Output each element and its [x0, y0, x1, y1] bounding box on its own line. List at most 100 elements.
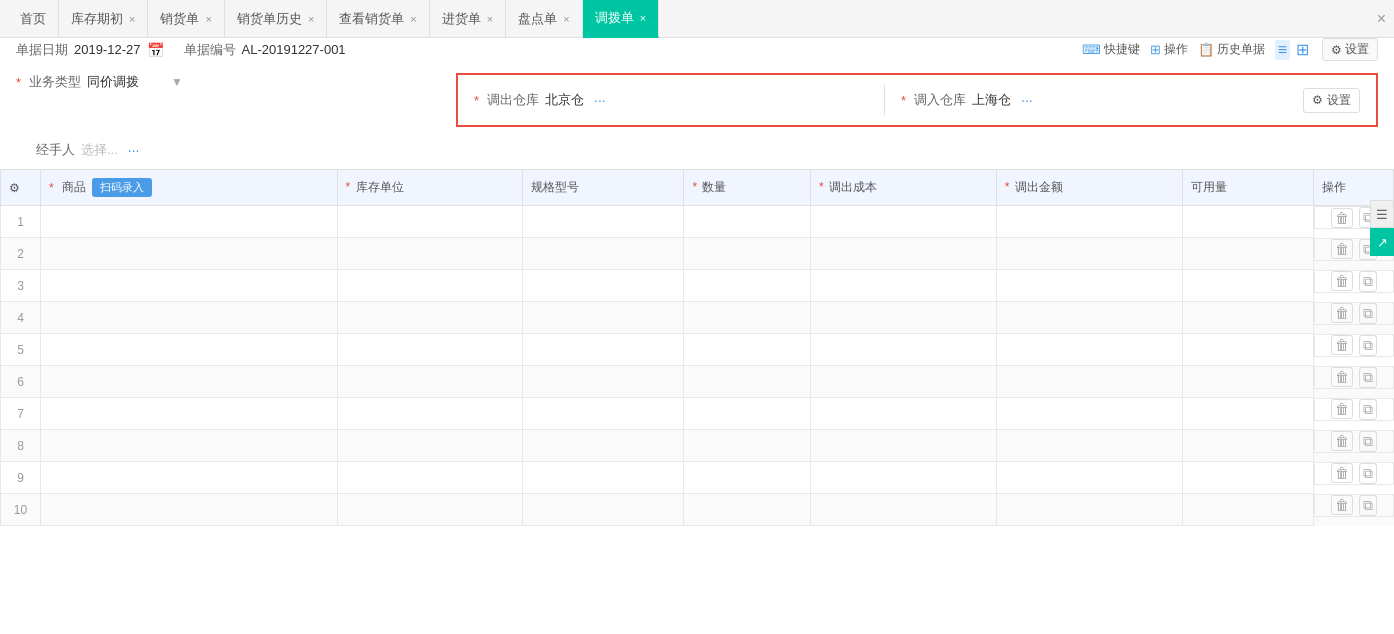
- table-cell[interactable]: [41, 270, 338, 302]
- table-cell[interactable]: [810, 430, 996, 462]
- tab-sales-order[interactable]: 销货单 ×: [148, 0, 224, 38]
- close-icon[interactable]: ×: [563, 13, 569, 25]
- table-cell[interactable]: [996, 238, 1182, 270]
- table-cell[interactable]: [684, 462, 810, 494]
- copy-row-icon[interactable]: ⧉: [1359, 303, 1377, 324]
- transfer-out-more-icon[interactable]: ···: [590, 92, 610, 108]
- table-cell[interactable]: [523, 238, 684, 270]
- table-cell[interactable]: [684, 398, 810, 430]
- delete-row-icon[interactable]: 🗑: [1331, 271, 1353, 291]
- table-cell[interactable]: [996, 270, 1182, 302]
- doc-date-value[interactable]: 2019-12-27: [74, 42, 141, 57]
- table-cell[interactable]: [523, 430, 684, 462]
- table-cell[interactable]: [337, 366, 523, 398]
- table-cell[interactable]: [996, 366, 1182, 398]
- copy-row-icon[interactable]: ⧉: [1359, 399, 1377, 420]
- table-cell[interactable]: [337, 334, 523, 366]
- layout-list-icon[interactable]: ≡: [1275, 40, 1290, 60]
- close-icon[interactable]: ×: [410, 13, 416, 25]
- shortcut-btn[interactable]: ⌨ 快捷键: [1082, 41, 1140, 58]
- table-cell[interactable]: [337, 270, 523, 302]
- table-cell[interactable]: [1182, 302, 1313, 334]
- table-cell[interactable]: [996, 334, 1182, 366]
- table-cell[interactable]: [337, 238, 523, 270]
- history-btn[interactable]: 📋 历史单据: [1198, 41, 1265, 58]
- delete-row-icon[interactable]: 🗑: [1331, 367, 1353, 387]
- table-cell[interactable]: [41, 398, 338, 430]
- table-cell[interactable]: [810, 334, 996, 366]
- table-cell[interactable]: [523, 302, 684, 334]
- window-close-button[interactable]: ×: [1377, 10, 1386, 28]
- tab-purchase-order[interactable]: 进货单 ×: [430, 0, 506, 38]
- table-cell[interactable]: [996, 494, 1182, 526]
- table-cell[interactable]: [41, 334, 338, 366]
- copy-row-icon[interactable]: ⧉: [1359, 431, 1377, 452]
- table-cell[interactable]: [41, 494, 338, 526]
- table-cell[interactable]: [523, 270, 684, 302]
- tab-inventory-init[interactable]: 库存期初 ×: [59, 0, 148, 38]
- table-cell[interactable]: [810, 462, 996, 494]
- table-cell[interactable]: [41, 366, 338, 398]
- table-cell[interactable]: [337, 430, 523, 462]
- table-cell[interactable]: [684, 494, 810, 526]
- table-cell[interactable]: [1182, 494, 1313, 526]
- table-cell[interactable]: [523, 462, 684, 494]
- copy-row-icon[interactable]: ⧉: [1359, 367, 1377, 388]
- table-cell[interactable]: [523, 206, 684, 238]
- copy-row-icon[interactable]: ⧉: [1359, 335, 1377, 356]
- table-cell[interactable]: [337, 206, 523, 238]
- table-cell[interactable]: [810, 494, 996, 526]
- table-cell[interactable]: [810, 206, 996, 238]
- table-cell[interactable]: [684, 206, 810, 238]
- table-scroll[interactable]: ⚙ * 商品 扫码录入 * 库存单位 规格型号: [0, 169, 1394, 526]
- table-cell[interactable]: [996, 430, 1182, 462]
- tab-transfer[interactable]: 调拨单 ×: [583, 0, 659, 38]
- transfer-in-value[interactable]: 上海仓: [972, 91, 1011, 109]
- table-cell[interactable]: [810, 270, 996, 302]
- transfer-in-more-icon[interactable]: ···: [1017, 92, 1037, 108]
- delete-row-icon[interactable]: 🗑: [1331, 463, 1353, 483]
- close-icon[interactable]: ×: [640, 12, 646, 24]
- table-cell[interactable]: [996, 302, 1182, 334]
- table-cell[interactable]: [1182, 238, 1313, 270]
- table-cell[interactable]: [810, 302, 996, 334]
- delete-row-icon[interactable]: 🗑: [1331, 335, 1353, 355]
- table-cell[interactable]: [41, 462, 338, 494]
- table-cell[interactable]: [523, 334, 684, 366]
- table-cell[interactable]: [41, 238, 338, 270]
- scan-btn[interactable]: 扫码录入: [92, 178, 152, 197]
- table-cell[interactable]: [41, 206, 338, 238]
- tab-sales-history[interactable]: 销货单历史 ×: [225, 0, 327, 38]
- table-cell[interactable]: [1182, 270, 1313, 302]
- table-cell[interactable]: [41, 430, 338, 462]
- layout-grid-icon[interactable]: ⊞: [1293, 39, 1312, 60]
- table-cell[interactable]: [41, 302, 338, 334]
- table-cell[interactable]: [523, 398, 684, 430]
- handler-more-icon[interactable]: ···: [124, 142, 144, 158]
- table-cell[interactable]: [684, 238, 810, 270]
- business-type-select[interactable]: 同价调拨 ▼: [87, 73, 183, 91]
- delete-row-icon[interactable]: 🗑: [1331, 303, 1353, 323]
- operation-btn[interactable]: ⊞ 操作: [1150, 41, 1188, 58]
- table-cell[interactable]: [337, 302, 523, 334]
- table-cell[interactable]: [1182, 430, 1313, 462]
- table-cell[interactable]: [684, 334, 810, 366]
- calendar-icon[interactable]: 📅: [147, 42, 164, 58]
- table-cell[interactable]: [1182, 398, 1313, 430]
- close-icon[interactable]: ×: [129, 13, 135, 25]
- table-cell[interactable]: [996, 398, 1182, 430]
- close-icon[interactable]: ×: [205, 13, 211, 25]
- layout-toggle[interactable]: ≡ ⊞: [1275, 39, 1312, 60]
- transfer-out-value[interactable]: 北京仓: [545, 91, 584, 109]
- delete-row-icon[interactable]: 🗑: [1331, 208, 1353, 228]
- table-cell[interactable]: [684, 430, 810, 462]
- box-settings-btn[interactable]: ⚙ 设置: [1303, 88, 1360, 113]
- right-panel-export-btn[interactable]: ↗: [1370, 228, 1394, 256]
- table-cell[interactable]: [810, 366, 996, 398]
- close-icon[interactable]: ×: [487, 13, 493, 25]
- delete-row-icon[interactable]: 🗑: [1331, 495, 1353, 515]
- table-cell[interactable]: [810, 238, 996, 270]
- handler-value[interactable]: 选择...: [81, 141, 118, 159]
- delete-row-icon[interactable]: 🗑: [1331, 431, 1353, 451]
- table-cell[interactable]: [523, 494, 684, 526]
